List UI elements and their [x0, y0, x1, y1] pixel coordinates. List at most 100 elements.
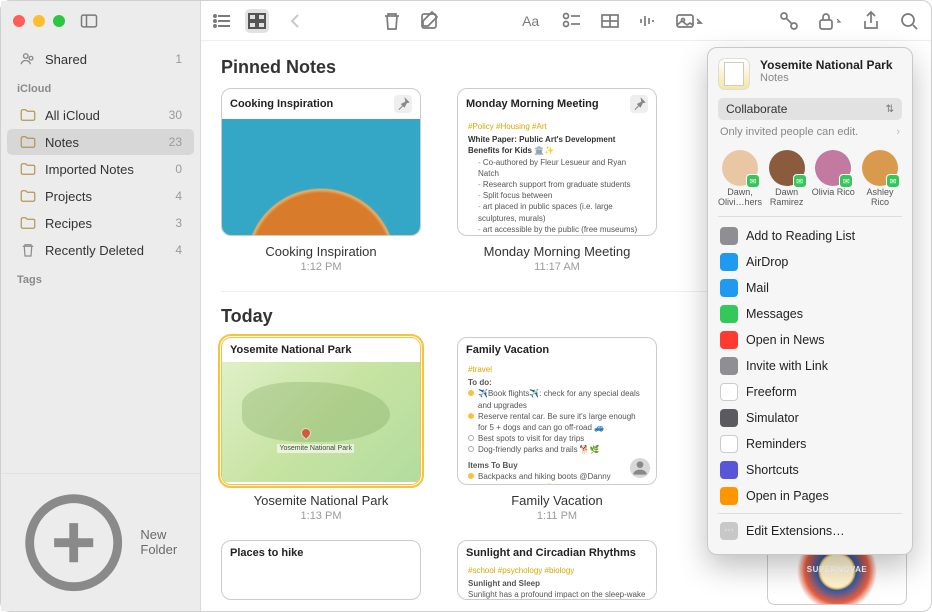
share-action-open-in-pages[interactable]: Open in Pages: [718, 483, 902, 509]
checkbox-icon: [468, 473, 474, 479]
action-label: Messages: [746, 307, 803, 321]
checkbox-icon: [468, 484, 474, 485]
card-time: 1:12 PM: [221, 261, 421, 273]
checkbox-icon: [468, 413, 474, 419]
note-card-yosemite[interactable]: Yosemite National Park Yosemite National…: [221, 337, 421, 485]
checkbox-icon: [468, 435, 474, 441]
card-preview: #travel To do: ✈️Book flights✈️: check f…: [458, 362, 656, 485]
share-person[interactable]: ✉Dawn Ramirez: [765, 150, 809, 208]
share-person[interactable]: ✉Ashley Rico: [858, 150, 902, 208]
audio-button[interactable]: [636, 9, 660, 33]
avatar: ✉: [769, 150, 805, 186]
sidebar-folder-projects[interactable]: Projects4: [7, 183, 194, 209]
sidebar: Shared 1 iCloud All iCloud30Notes23Impor…: [1, 1, 201, 611]
card-caption: Cooking Inspiration: [221, 244, 421, 259]
delete-button[interactable]: [380, 9, 404, 33]
card-caption: Monday Morning Meeting: [457, 244, 657, 259]
media-button[interactable]: [674, 9, 704, 33]
share-action-messages[interactable]: Messages: [718, 301, 902, 327]
note-card-hike[interactable]: Places to hike: [221, 540, 421, 600]
share-action-simulator[interactable]: Simulator: [718, 405, 902, 431]
shared-indicator-icon: [630, 458, 650, 478]
share-mode-dropdown[interactable]: Collaborate ⇅: [718, 98, 902, 120]
action-label: Freeform: [746, 385, 797, 399]
note-card-sunlight[interactable]: Sunlight and Circadian Rhythms #school #…: [457, 540, 657, 600]
share-action-reminders[interactable]: Reminders: [718, 431, 902, 457]
toggle-sidebar-icon[interactable]: [79, 11, 99, 31]
format-button[interactable]: Aa: [516, 9, 546, 33]
folder-count: 3: [175, 216, 182, 230]
minimize-window-button[interactable]: [33, 15, 45, 27]
preview-line: art accessible by the public (free museu…: [478, 224, 646, 235]
app-icon: [720, 305, 738, 323]
search-button[interactable]: [897, 9, 921, 33]
avatar-name: Dawn Ramirez: [765, 188, 809, 208]
item-line: Backpacks and hiking boots @Danny: [468, 471, 646, 482]
folder-label: Projects: [45, 189, 175, 204]
close-window-button[interactable]: [13, 15, 25, 27]
share-action-invite-with-link[interactable]: Invite with Link: [718, 353, 902, 379]
share-permissions-row[interactable]: Only invited people can edit. ›: [718, 120, 902, 144]
messages-badge-icon: ✉: [793, 174, 807, 188]
todo-line: Dog-friendly parks and trails 🐕🌿: [468, 444, 646, 455]
share-action-open-in-news[interactable]: Open in News: [718, 327, 902, 353]
lock-button[interactable]: [815, 9, 845, 33]
share-person[interactable]: ✉Olivia Rico: [811, 150, 855, 208]
checklist-button[interactable]: [560, 9, 584, 33]
action-label: Add to Reading List: [746, 229, 855, 243]
note-card-meeting[interactable]: Monday Morning Meeting #Policy #Housing …: [457, 88, 657, 236]
share-action-airdrop[interactable]: AirDrop: [718, 249, 902, 275]
note-card-vacation[interactable]: Family Vacation #travel To do: ✈️Book fl…: [457, 337, 657, 485]
folder-label: Imported Notes: [45, 162, 175, 177]
share-person[interactable]: ✉Dawn, Olivi…hers: [718, 150, 762, 208]
table-button[interactable]: [598, 9, 622, 33]
chevron-right-icon: ›: [896, 126, 900, 138]
app-icon: [720, 331, 738, 349]
new-note-button[interactable]: [418, 9, 442, 33]
action-label: Invite with Link: [746, 359, 828, 373]
preview-line: Split focus between: [478, 190, 646, 201]
view-list-button[interactable]: [211, 9, 235, 33]
new-folder-button[interactable]: New Folder: [1, 473, 200, 611]
sidebar-folder-recipes[interactable]: Recipes3: [7, 210, 194, 236]
action-label: Mail: [746, 281, 769, 295]
avatar-name: Olivia Rico: [811, 188, 855, 198]
pin-icon: [394, 95, 412, 113]
card-caption: Family Vacation: [457, 493, 657, 508]
chevron-updown-icon: ⇅: [886, 104, 894, 115]
folder-count: 23: [169, 135, 182, 149]
share-button[interactable]: [859, 9, 883, 33]
sidebar-folder-imported-notes[interactable]: Imported Notes0: [7, 156, 194, 182]
note-card-cooking[interactable]: Cooking Inspiration: [221, 88, 421, 236]
fullscreen-window-button[interactable]: [53, 15, 65, 27]
share-action-add-to-reading-list[interactable]: Add to Reading List: [718, 223, 902, 249]
back-button[interactable]: [283, 9, 307, 33]
sidebar-section-tags: Tags: [1, 268, 200, 288]
avatar: ✉: [862, 150, 898, 186]
share-subtitle: Notes: [760, 72, 893, 84]
share-action-shortcuts[interactable]: Shortcuts: [718, 457, 902, 483]
share-action-freeform[interactable]: Freeform: [718, 379, 902, 405]
item-line: Packaged snacks 🧃: [468, 482, 646, 485]
extensions-icon: ⋯: [720, 522, 738, 540]
edit-extensions-item[interactable]: ⋯ Edit Extensions…: [718, 518, 902, 544]
sidebar-folder-notes[interactable]: Notes23: [7, 129, 194, 155]
folder-count: 30: [169, 108, 182, 122]
view-gallery-button[interactable]: [245, 9, 269, 33]
sidebar-folder-all-icloud[interactable]: All iCloud30: [7, 102, 194, 128]
share-action-mail[interactable]: Mail: [718, 275, 902, 301]
shared-folder-icon: [19, 50, 37, 68]
messages-badge-icon: ✉: [839, 174, 853, 188]
action-label: Shortcuts: [746, 463, 799, 477]
toolbar: Aa: [201, 1, 931, 41]
link-button[interactable]: [777, 9, 801, 33]
folder-icon: [19, 106, 37, 124]
sidebar-folder-recently-deleted[interactable]: Recently Deleted4: [7, 237, 194, 263]
app-icon: [720, 227, 738, 245]
folder-icon: [19, 214, 37, 232]
preview-line: art placed in public spaces (i.e. large …: [478, 201, 646, 223]
sidebar-shared[interactable]: Shared 1: [7, 46, 194, 72]
avatar-name: Dawn, Olivi…hers: [718, 188, 762, 208]
app-icon: [720, 435, 738, 453]
folder-label: Notes: [45, 135, 169, 150]
